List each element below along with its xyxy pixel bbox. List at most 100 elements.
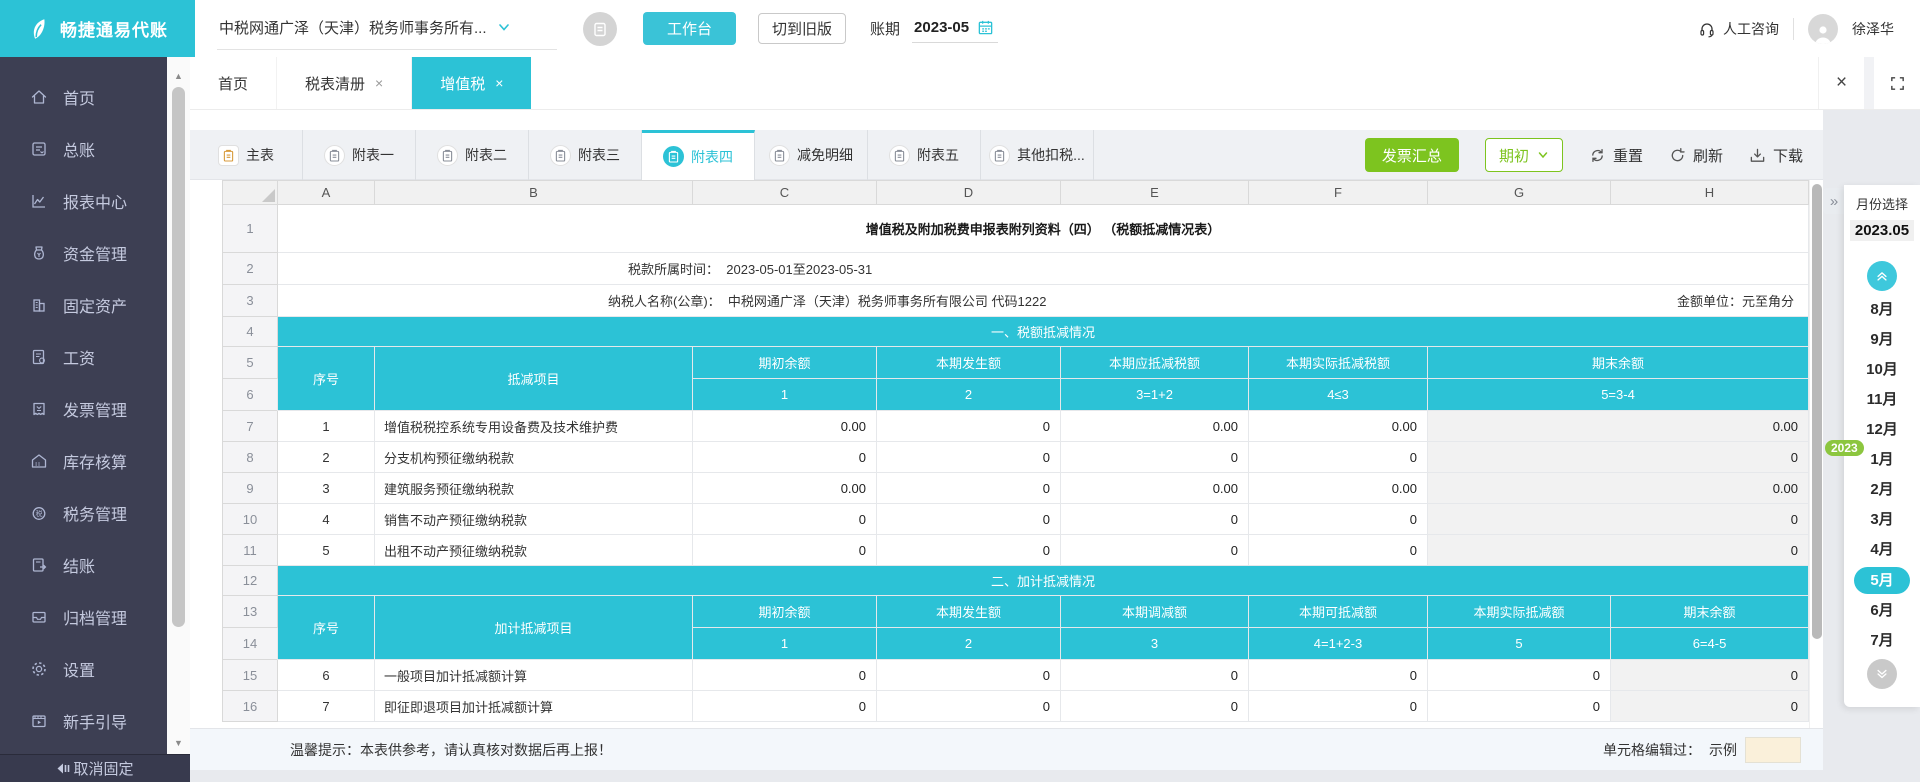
- sidebar-item-closing[interactable]: 结账: [0, 539, 167, 591]
- month-item-active[interactable]: 5月: [1854, 567, 1910, 594]
- sidebar-item-general-ledger[interactable]: 总账: [0, 123, 167, 175]
- tab-close-icon[interactable]: ×: [375, 75, 383, 91]
- month-item[interactable]: 8月: [1854, 295, 1910, 325]
- period-picker[interactable]: 2023-05: [912, 15, 999, 43]
- sidebar-item-tax[interactable]: 税 税务管理: [0, 487, 167, 539]
- month-item[interactable]: 6月: [1854, 596, 1910, 626]
- sheet-tab-appendix2[interactable]: 附表二: [416, 130, 529, 180]
- ledger-icon: [32, 142, 46, 156]
- value-cell[interactable]: 0: [1248, 503, 1428, 535]
- value-cell[interactable]: 0: [692, 441, 877, 473]
- opening-balance-dropdown[interactable]: 期初: [1484, 138, 1563, 172]
- value-cell[interactable]: 0: [876, 534, 1061, 566]
- tab-home[interactable]: 首页: [190, 57, 276, 109]
- sidebar-item-archive[interactable]: 归档管理: [0, 591, 167, 643]
- sidebar-item-funds[interactable]: 资金管理: [0, 227, 167, 279]
- value-cell[interactable]: 0: [1248, 690, 1428, 722]
- unpin-sidebar-button[interactable]: 取消固定: [0, 754, 190, 782]
- sidebar-item-payroll[interactable]: 工资: [0, 331, 167, 383]
- sidebar-item-guide[interactable]: 新手引导: [0, 695, 167, 747]
- month-item[interactable]: 3月: [1854, 505, 1910, 535]
- value-cell[interactable]: 0.00: [1060, 410, 1249, 442]
- home-icon: [31, 90, 47, 104]
- months-scroll-down-button[interactable]: [1867, 659, 1897, 689]
- workbench-button[interactable]: 工作台: [643, 12, 737, 45]
- value-cell[interactable]: 0: [1248, 659, 1428, 691]
- months-scroll-up-button[interactable]: [1867, 261, 1897, 291]
- value-cell[interactable]: 0: [876, 690, 1061, 722]
- value-cell[interactable]: 0.00: [692, 472, 877, 504]
- fullscreen-icon[interactable]: [1874, 57, 1920, 109]
- scroll-up-arrow[interactable]: ▲: [167, 69, 190, 83]
- reset-button[interactable]: 重置: [1589, 145, 1643, 166]
- month-item[interactable]: 4月: [1854, 535, 1910, 565]
- sheet-tab-deduction-detail[interactable]: 减免明细: [755, 130, 868, 180]
- month-item[interactable]: 7月: [1854, 626, 1910, 656]
- invoice-summary-button[interactable]: 发票汇总: [1364, 138, 1459, 172]
- sidebar-item-invoice[interactable]: 发票管理: [0, 383, 167, 435]
- sidebar-item-fixed-assets[interactable]: 固定资产: [0, 279, 167, 331]
- tab-vat[interactable]: 增值税 ×: [411, 57, 532, 109]
- sheet-tab-appendix3[interactable]: 附表三: [529, 130, 642, 180]
- value-cell[interactable]: 0: [692, 534, 877, 566]
- month-list: 8月 9月 10月 11月 12月 1月 2月 3月 4月 5月 6月 7月: [1854, 295, 1910, 656]
- tab-tax-register[interactable]: 税表清册 ×: [276, 57, 411, 109]
- value-cell[interactable]: 0: [1427, 659, 1611, 691]
- value-cell[interactable]: 0: [692, 503, 877, 535]
- sidebar-menu: 首页 总账 报表中心 资金管理 固定资产 工资 发票管理 库存核算 税税务管理 …: [0, 57, 167, 754]
- value-cell[interactable]: 0: [1060, 441, 1249, 473]
- sheet-tab-main[interactable]: 主表: [190, 130, 303, 180]
- value-cell[interactable]: 0.00: [1060, 472, 1249, 504]
- sidebar-item-inventory[interactable]: 库存核算: [0, 435, 167, 487]
- download-button[interactable]: 下载: [1749, 145, 1803, 166]
- value-cell[interactable]: 0: [1060, 534, 1249, 566]
- month-item[interactable]: 9月: [1854, 325, 1910, 355]
- doc-circle-icon[interactable]: [583, 11, 617, 46]
- value-cell[interactable]: 0.00: [1248, 410, 1428, 442]
- value-cell[interactable]: 0.00: [1248, 472, 1428, 504]
- chevron-down-icon: [498, 24, 509, 31]
- value-cell[interactable]: 0: [1060, 503, 1249, 535]
- value-cell[interactable]: 0: [692, 690, 877, 722]
- value-cell[interactable]: 0: [1060, 659, 1249, 691]
- sidebar-item-settings[interactable]: 设置: [0, 643, 167, 695]
- company-selector[interactable]: 中税网通广泽（天津）税务师事务所有...: [217, 8, 557, 50]
- manual-consult[interactable]: 人工咨询: [1698, 19, 1779, 39]
- switch-old-version-button[interactable]: 切到旧版: [758, 13, 847, 44]
- scroll-down-arrow[interactable]: ▼: [167, 736, 190, 750]
- month-item[interactable]: 11月: [1854, 385, 1910, 415]
- value-cell[interactable]: 0: [1427, 690, 1611, 722]
- sheet-scrollbar-thumb[interactable]: [1812, 184, 1822, 639]
- value-cell[interactable]: 0: [876, 503, 1061, 535]
- month-item[interactable]: 12月: [1854, 415, 1910, 445]
- company-name: 中税网通广泽（天津）税务师事务所有...: [219, 19, 487, 37]
- sheet-tab-other-deduction[interactable]: 其他扣税...: [981, 130, 1094, 180]
- value-cell[interactable]: 0.00: [692, 410, 877, 442]
- calendar-icon: [978, 20, 993, 34]
- tab-close-icon[interactable]: ×: [495, 75, 503, 91]
- sheet-tab-appendix1[interactable]: 附表一: [303, 130, 416, 180]
- refresh-button[interactable]: 刷新: [1669, 145, 1723, 166]
- month-item[interactable]: 2月: [1854, 475, 1910, 505]
- collapse-panel-icon[interactable]: »: [1823, 188, 1845, 214]
- username[interactable]: 徐泽华: [1852, 19, 1894, 39]
- value-cell[interactable]: 0: [1060, 690, 1249, 722]
- sidebar-scrollbar-thumb[interactable]: [172, 87, 185, 627]
- value-cell[interactable]: 0: [1248, 534, 1428, 566]
- sidebar-item-home[interactable]: 首页: [0, 71, 167, 123]
- avatar[interactable]: [1808, 13, 1838, 44]
- value-cell[interactable]: 0: [876, 472, 1061, 504]
- sidebar-item-report-center[interactable]: 报表中心: [0, 175, 167, 227]
- value-cell[interactable]: 0: [876, 441, 1061, 473]
- value-cell[interactable]: 0: [692, 659, 877, 691]
- close-all-tabs-icon[interactable]: ×: [1818, 57, 1864, 109]
- s2-header-num: 4=1+2-3: [1248, 627, 1428, 660]
- value-cell[interactable]: 0: [876, 659, 1061, 691]
- table-row: 15 6 一般项目加计抵减额计算 0 0 0 0 0 0: [222, 659, 1809, 691]
- s2-header-num: 6=4-5: [1610, 627, 1809, 660]
- value-cell[interactable]: 0: [876, 410, 1061, 442]
- value-cell[interactable]: 0: [1248, 441, 1428, 473]
- sheet-tab-appendix5[interactable]: 附表五: [868, 130, 981, 180]
- sheet-tab-appendix4[interactable]: 附表四: [642, 130, 755, 180]
- month-item[interactable]: 10月: [1854, 355, 1910, 385]
